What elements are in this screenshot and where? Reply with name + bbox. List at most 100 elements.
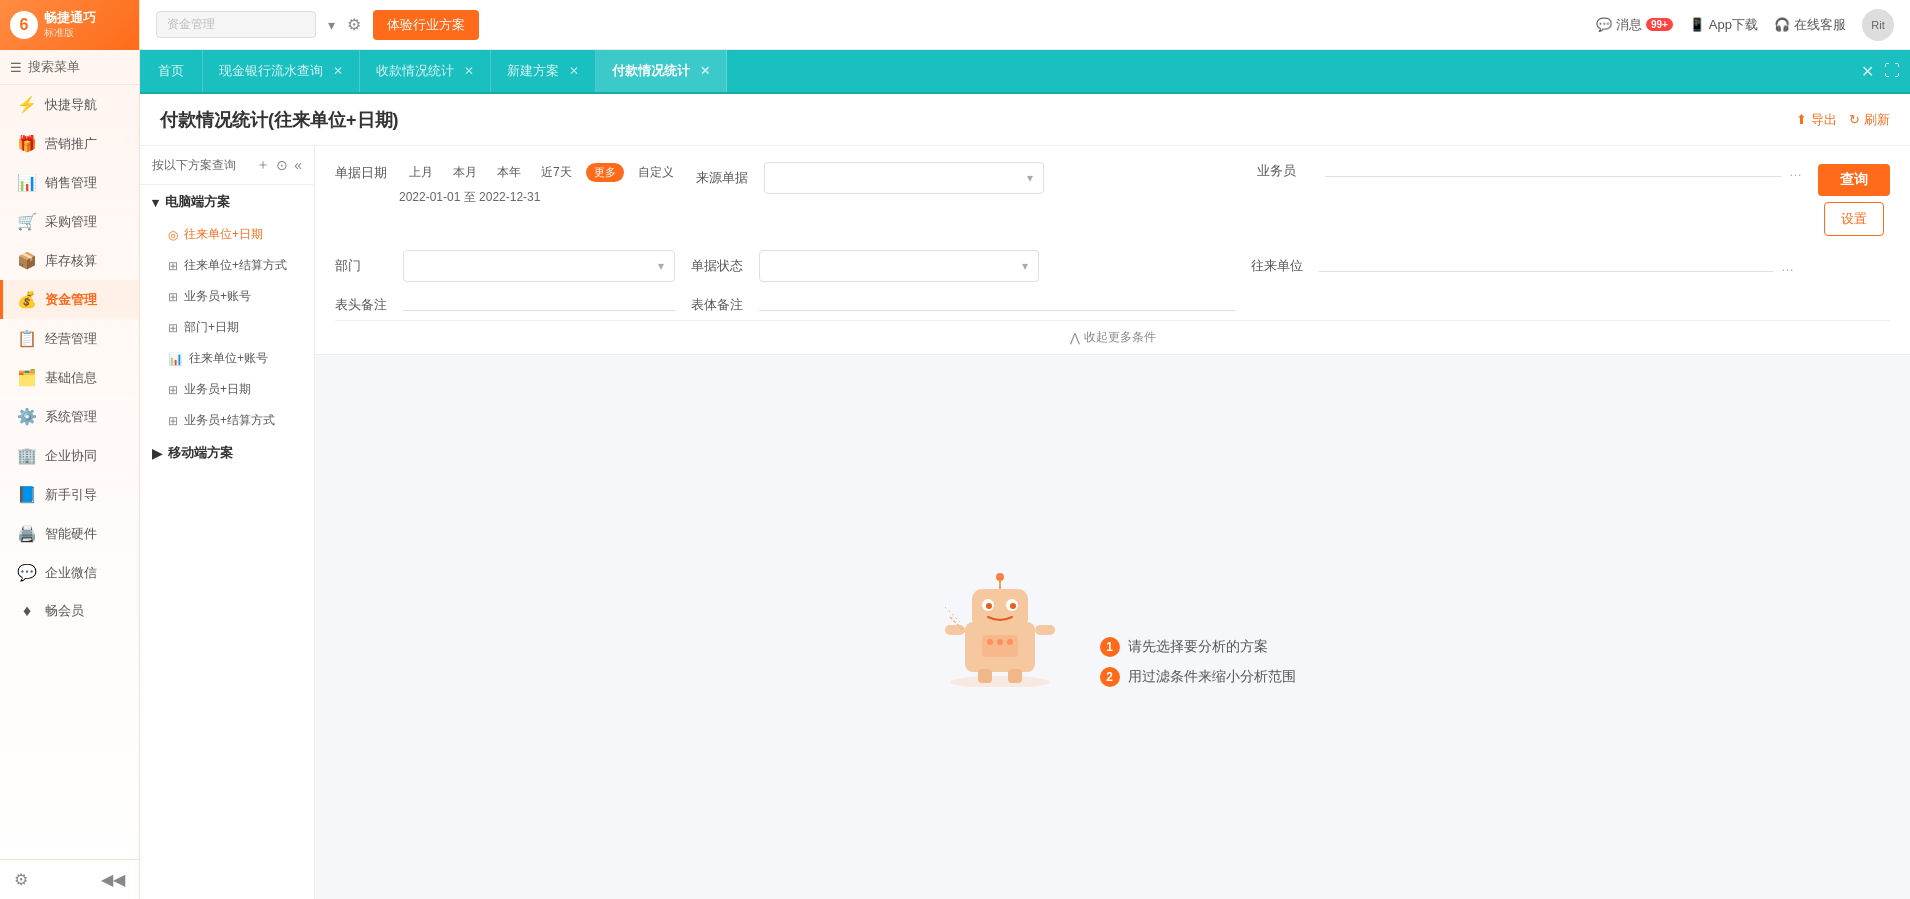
close-window-icon[interactable]: ✕	[1861, 62, 1874, 81]
scheme-item-dept-date[interactable]: ⊞ 部门+日期	[140, 312, 314, 343]
sidebar-item-basic-info[interactable]: 🗂️ 基础信息	[0, 358, 139, 397]
inventory-icon: 📦	[17, 251, 37, 270]
scheme-panel-icons: ＋ ⊙ «	[256, 156, 302, 174]
window-controls: ✕ ⛶	[1851, 50, 1910, 92]
operation-icon: 📋	[17, 329, 37, 348]
sidebar-item-smart-hw[interactable]: 🖨️ 智能硬件	[0, 514, 139, 553]
app-download-action[interactable]: 📱 App下载	[1689, 16, 1758, 34]
refresh-btn[interactable]: ↻ 刷新	[1849, 111, 1890, 129]
partner-input[interactable]	[1319, 261, 1774, 272]
sales-icon: 📊	[17, 173, 37, 192]
maximize-window-icon[interactable]: ⛶	[1884, 62, 1900, 80]
sidebar-item-operation[interactable]: 📋 经营管理	[0, 319, 139, 358]
sidebar-item-label: 畅会员	[45, 602, 84, 620]
dept-select-arrow: ▾	[658, 259, 664, 273]
collapse-bar[interactable]: ⋀ 收起更多条件	[335, 320, 1890, 354]
tab-label: 收款情况统计	[376, 62, 454, 80]
collapse-sidebar-icon[interactable]: ◀◀	[101, 870, 125, 889]
sidebar-item-system[interactable]: ⚙️ 系统管理	[0, 397, 139, 436]
scheme-item-label: 往来单位+结算方式	[184, 257, 287, 274]
status-select[interactable]: ▾	[759, 250, 1039, 282]
sidebar-item-marketing[interactable]: 🎁 营销推广	[0, 124, 139, 163]
tab-new-scheme[interactable]: 新建方案✕	[491, 50, 596, 92]
header-settings-icon[interactable]: ⚙	[347, 15, 361, 34]
date-7days[interactable]: 近7天	[535, 162, 578, 183]
sidebar-item-label: 采购管理	[45, 213, 97, 231]
phone-icon: 📱	[1689, 17, 1705, 32]
source-label: 来源单据	[696, 169, 756, 187]
sidebar-item-enterprise[interactable]: 🏢 企业协同	[0, 436, 139, 475]
enterprise-icon: 🏢	[17, 446, 37, 465]
scheme-item-staff-account[interactable]: ⊞ 业务员+账号	[140, 281, 314, 312]
scheme-item-staff-settle[interactable]: ⊞ 业务员+结算方式	[140, 405, 314, 436]
message-action[interactable]: 💬 消息 99+	[1596, 16, 1673, 34]
scheme-item-partner-date[interactable]: ◎ 往来单位+日期	[140, 219, 314, 250]
filter-area: 单据日期 上月 本月 本年 近7天 更多 自定义 2022-01-01 至 20…	[315, 146, 1910, 355]
partner-more-icon[interactable]: …	[1781, 259, 1794, 274]
header-note-input[interactable]	[403, 300, 675, 311]
tab-close-payment-stats[interactable]: ✕	[700, 64, 710, 78]
sidebar-item-purchase[interactable]: 🛒 采购管理	[0, 202, 139, 241]
tab-home[interactable]: 首页	[140, 50, 203, 92]
search-menu[interactable]: ☰ 搜索菜单	[0, 50, 139, 85]
svg-rect-10	[1035, 625, 1055, 635]
date-custom[interactable]: 自定义	[632, 162, 680, 183]
sidebar-item-label: 销售管理	[45, 174, 97, 192]
tab-bank-flow[interactable]: 现金银行流水查询✕	[203, 50, 360, 92]
scheme-collapse-icon[interactable]: «	[294, 157, 302, 173]
staff-input[interactable]	[1325, 166, 1781, 177]
body-note-label: 表体备注	[691, 296, 751, 314]
scheme-add-icon[interactable]: ＋	[256, 156, 270, 174]
online-service-action[interactable]: 🎧 在线客服	[1774, 16, 1846, 34]
export-btn[interactable]: ⬆ 导出	[1796, 111, 1837, 129]
body-note-input[interactable]	[759, 300, 1235, 311]
scheme-item-label: 往来单位+日期	[184, 226, 263, 243]
breadcrumb-input[interactable]: 资金管理	[156, 11, 316, 38]
scheme-settings-icon[interactable]: ⊙	[276, 157, 288, 173]
date-this-month[interactable]: 本月	[447, 162, 483, 183]
filter-settings-btn[interactable]: 设置	[1824, 202, 1884, 236]
query-btn[interactable]: 查询	[1818, 164, 1890, 196]
svg-line-18	[945, 607, 960, 622]
dept-select[interactable]: ▾	[403, 250, 675, 282]
tab-close-new-scheme[interactable]: ✕	[569, 64, 579, 78]
date-last-month[interactable]: 上月	[403, 162, 439, 183]
trial-btn[interactable]: 体验行业方案	[373, 10, 479, 40]
date-more[interactable]: 更多	[586, 163, 624, 182]
user-avatar[interactable]: Rit	[1862, 9, 1894, 41]
scheme-item-partner-account[interactable]: 📊 往来单位+账号	[140, 343, 314, 374]
desktop-group-header[interactable]: ▾ 电脑端方案	[140, 185, 314, 219]
sidebar: 6 畅捷通巧 标准版 ☰ 搜索菜单 ⚡ 快捷导航🎁 营销推广📊 销售管理🛒 采购…	[0, 0, 140, 899]
sidebar-item-label: 经营管理	[45, 330, 97, 348]
sidebar-item-label: 营销推广	[45, 135, 97, 153]
staff-label: 业务员	[1257, 162, 1317, 180]
page-header: 付款情况统计(往来单位+日期) ⬆ 导出 ↻ 刷新	[140, 94, 1910, 146]
sidebar-item-guide[interactable]: 📘 新手引导	[0, 475, 139, 514]
finance-icon: 💰	[17, 290, 37, 309]
sidebar-item-member[interactable]: ♦ 畅会员	[0, 592, 139, 630]
settings-icon[interactable]: ⚙	[14, 870, 28, 889]
sidebar-item-label: 资金管理	[45, 291, 97, 309]
tab-payment-stats[interactable]: 付款情况统计✕	[596, 50, 727, 92]
mobile-group-header[interactable]: ▶ 移动端方案	[140, 436, 314, 470]
source-select[interactable]: ▾	[764, 162, 1044, 194]
sidebar-item-inventory[interactable]: 📦 库存核算	[0, 241, 139, 280]
scheme-item-icon-partner-settle: ⊞	[168, 259, 178, 273]
smart-hw-icon: 🖨️	[17, 524, 37, 543]
sidebar-item-wechat[interactable]: 💬 企业微信	[0, 553, 139, 592]
header-dropdown-icon[interactable]: ▾	[328, 17, 335, 33]
guide-icon: 📘	[17, 485, 37, 504]
staff-more-icon[interactable]: …	[1789, 164, 1802, 179]
sidebar-item-finance[interactable]: 💰 资金管理	[0, 280, 139, 319]
tab-close-receipt-stats[interactable]: ✕	[464, 64, 474, 78]
tab-receipt-stats[interactable]: 收款情况统计 ✕	[360, 50, 491, 92]
scheme-panel-title: 按以下方案查询	[152, 157, 236, 174]
sidebar-item-quick-nav[interactable]: ⚡ 快捷导航	[0, 85, 139, 124]
tab-label: 首页	[158, 62, 184, 80]
scheme-item-staff-date[interactable]: ⊞ 业务员+日期	[140, 374, 314, 405]
date-this-year[interactable]: 本年	[491, 162, 527, 183]
tab-close-bank-flow[interactable]: ✕	[333, 64, 343, 78]
scheme-item-icon-dept-date: ⊞	[168, 321, 178, 335]
scheme-item-partner-settle[interactable]: ⊞ 往来单位+结算方式	[140, 250, 314, 281]
sidebar-item-sales[interactable]: 📊 销售管理	[0, 163, 139, 202]
